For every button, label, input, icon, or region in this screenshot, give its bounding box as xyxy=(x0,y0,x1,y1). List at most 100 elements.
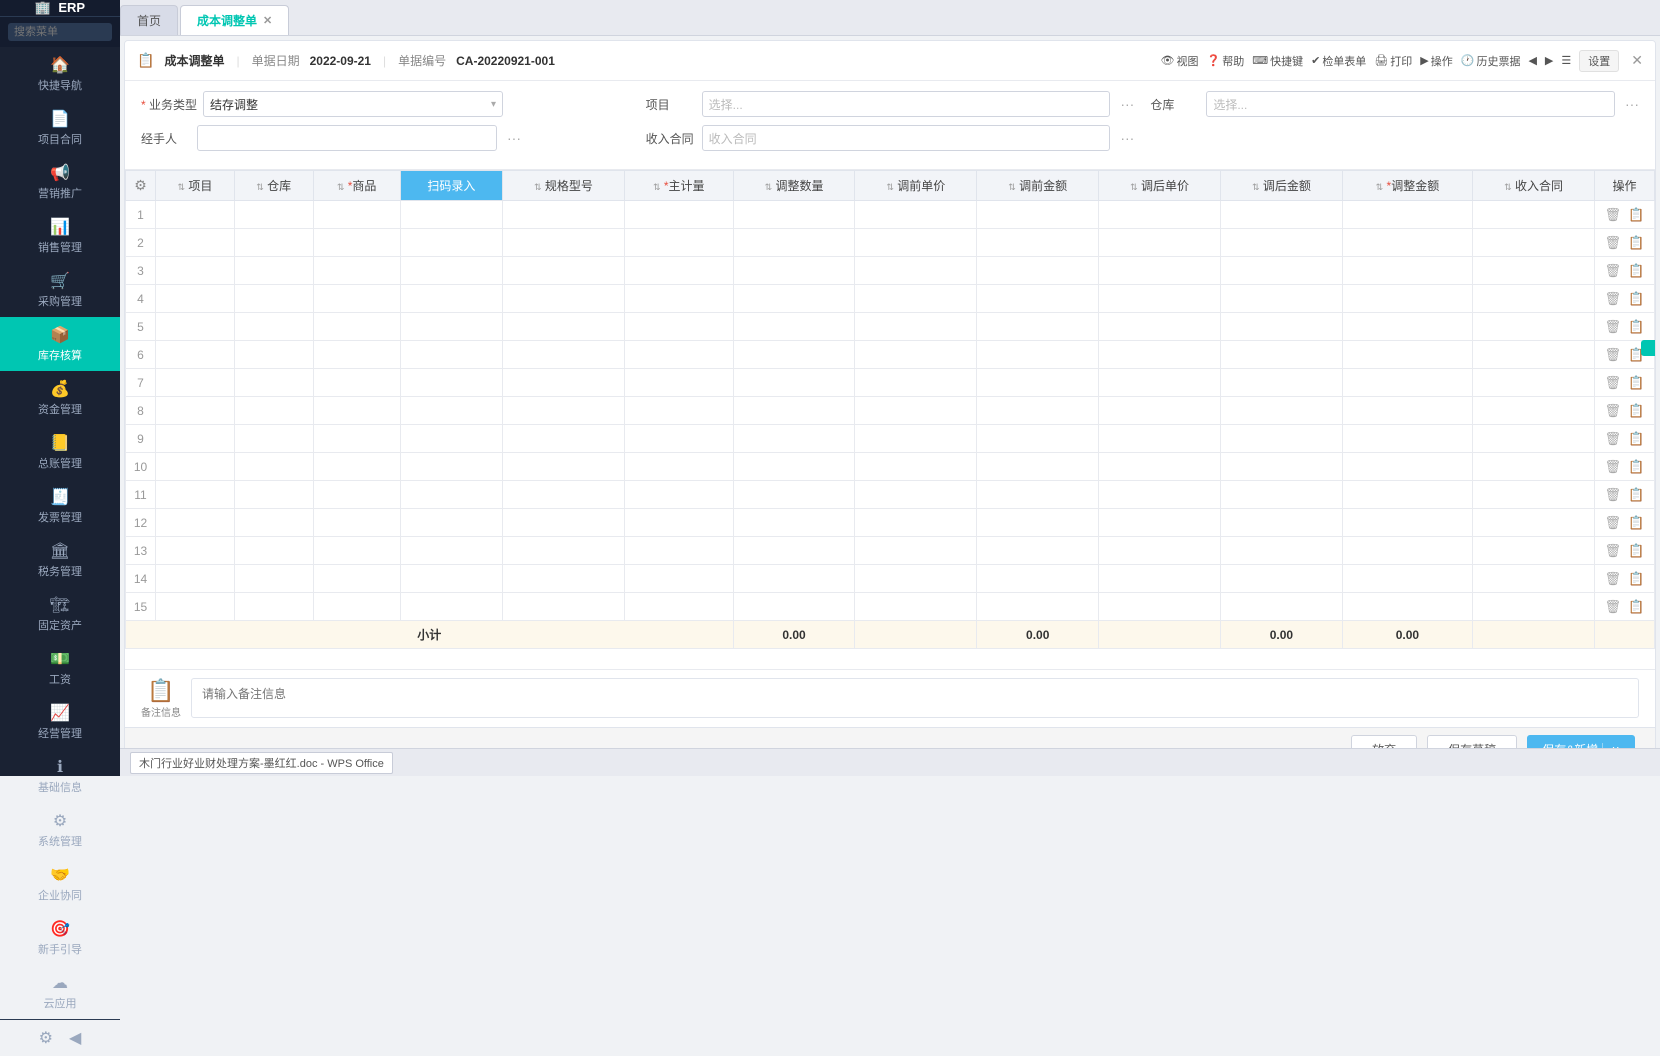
tab-close-icon[interactable]: ✕ xyxy=(263,14,272,27)
tab-home[interactable]: 首页 xyxy=(120,5,178,35)
taskbar-file[interactable]: 木门行业好业财处理方案-墨红红.doc - WPS Office xyxy=(130,752,393,773)
cell-warehouse-10[interactable] xyxy=(234,453,313,481)
cell-project-8[interactable] xyxy=(156,397,235,425)
cell-warehouse-11[interactable] xyxy=(234,481,313,509)
copy-row-btn[interactable]: 📋 xyxy=(1628,207,1644,222)
settings-btn[interactable]: 设置 xyxy=(1579,50,1619,72)
cell-before-price-10[interactable] xyxy=(855,453,977,481)
sidebar-item-basic-info[interactable]: ℹ基础信息 xyxy=(0,749,120,803)
sidebar-item-ops-mgmt[interactable]: 📈经营管理 xyxy=(0,695,120,749)
cell-after-amount-10[interactable] xyxy=(1220,453,1342,481)
cell-product-12[interactable] xyxy=(313,509,400,537)
cell-before-price-2[interactable] xyxy=(855,229,977,257)
sidebar-item-cloud-apps[interactable]: ☁云应用 xyxy=(0,965,120,1019)
cell-product-2[interactable] xyxy=(313,229,400,257)
cell-before-amount-5[interactable] xyxy=(977,313,1099,341)
sidebar-item-new-guide[interactable]: 🎯新手引导 xyxy=(0,911,120,965)
cell-adj-qty-5[interactable] xyxy=(733,313,855,341)
cell-spec-type-6[interactable] xyxy=(503,341,625,369)
cell-adj-qty-4[interactable] xyxy=(733,285,855,313)
cell-adj-qty-7[interactable] xyxy=(733,369,855,397)
cell-warehouse-2[interactable] xyxy=(234,229,313,257)
cell-adj-amount-12[interactable] xyxy=(1342,509,1472,537)
cell-adj-qty-10[interactable] xyxy=(733,453,855,481)
cell-adj-qty-11[interactable] xyxy=(733,481,855,509)
cell-before-amount-8[interactable] xyxy=(977,397,1099,425)
cell-spec-type-2[interactable] xyxy=(503,229,625,257)
cell-adj-amount-3[interactable] xyxy=(1342,257,1472,285)
cell-before-amount-1[interactable] xyxy=(977,201,1099,229)
cell-after-amount-4[interactable] xyxy=(1220,285,1342,313)
cell-adj-amount-8[interactable] xyxy=(1342,397,1472,425)
cell-before-amount-15[interactable] xyxy=(977,593,1099,621)
cell-income-contract-5[interactable] xyxy=(1473,313,1595,341)
tab-cost-adjust[interactable]: 成本调整单 ✕ xyxy=(180,5,289,35)
cell-before-price-4[interactable] xyxy=(855,285,977,313)
cell-before-price-9[interactable] xyxy=(855,425,977,453)
cell-after-price-3[interactable] xyxy=(1099,257,1221,285)
cell-product-9[interactable] xyxy=(313,425,400,453)
copy-row-btn[interactable]: 📋 xyxy=(1628,459,1644,474)
sidebar-item-sales-promotion[interactable]: 📢营销推广 xyxy=(0,155,120,209)
cell-before-amount-9[interactable] xyxy=(977,425,1099,453)
cell-scan-input-8[interactable] xyxy=(400,397,502,425)
cell-adj-amount-11[interactable] xyxy=(1342,481,1472,509)
cell-income-contract-3[interactable] xyxy=(1473,257,1595,285)
cell-warehouse-3[interactable] xyxy=(234,257,313,285)
cell-project-11[interactable] xyxy=(156,481,235,509)
cell-income-contract-12[interactable] xyxy=(1473,509,1595,537)
cell-spec-type-7[interactable] xyxy=(503,369,625,397)
delete-row-btn[interactable]: 🗑 xyxy=(1604,431,1621,446)
cell-product-14[interactable] xyxy=(313,565,400,593)
cell-spec-type-1[interactable] xyxy=(503,201,625,229)
operate-btn[interactable]: ▶ 操作 xyxy=(1420,53,1452,69)
income-contract-dots-btn[interactable]: ··· xyxy=(1120,130,1134,146)
cell-after-amount-13[interactable] xyxy=(1220,537,1342,565)
cell-before-amount-7[interactable] xyxy=(977,369,1099,397)
cell-income-contract-15[interactable] xyxy=(1473,593,1595,621)
cell-before-price-7[interactable] xyxy=(855,369,977,397)
copy-row-btn[interactable]: 📋 xyxy=(1628,319,1644,334)
cell-spec-type-10[interactable] xyxy=(503,453,625,481)
sidebar-item-project-contract[interactable]: 📄项目合同 xyxy=(0,101,120,155)
cell-after-price-10[interactable] xyxy=(1099,453,1221,481)
cell-product-6[interactable] xyxy=(313,341,400,369)
cell-after-amount-15[interactable] xyxy=(1220,593,1342,621)
cell-main-qty-13[interactable] xyxy=(624,537,733,565)
cell-warehouse-7[interactable] xyxy=(234,369,313,397)
cell-adj-amount-9[interactable] xyxy=(1342,425,1472,453)
cell-after-price-7[interactable] xyxy=(1099,369,1221,397)
print-btn[interactable]: 🖨 打印 xyxy=(1374,53,1412,69)
cell-product-10[interactable] xyxy=(313,453,400,481)
delete-row-btn[interactable]: 🗑 xyxy=(1604,347,1621,362)
cell-project-3[interactable] xyxy=(156,257,235,285)
copy-row-btn[interactable]: 📋 xyxy=(1628,291,1644,306)
cell-adj-qty-9[interactable] xyxy=(733,425,855,453)
cell-scan-input-3[interactable] xyxy=(400,257,502,285)
cell-adj-amount-1[interactable] xyxy=(1342,201,1472,229)
handler-dots-btn[interactable]: ··· xyxy=(507,130,521,146)
cell-adj-qty-8[interactable] xyxy=(733,397,855,425)
copy-row-btn[interactable]: 📋 xyxy=(1628,487,1644,502)
cell-spec-type-9[interactable] xyxy=(503,425,625,453)
cell-income-contract-10[interactable] xyxy=(1473,453,1595,481)
cell-scan-input-12[interactable] xyxy=(400,509,502,537)
cell-project-12[interactable] xyxy=(156,509,235,537)
cell-warehouse-13[interactable] xyxy=(234,537,313,565)
cell-main-qty-2[interactable] xyxy=(624,229,733,257)
cell-scan-input-9[interactable] xyxy=(400,425,502,453)
list-view-btn[interactable]: ☰ xyxy=(1561,54,1571,67)
delete-row-btn[interactable]: 🗑 xyxy=(1604,599,1621,614)
cell-after-amount-8[interactable] xyxy=(1220,397,1342,425)
cell-before-price-11[interactable] xyxy=(855,481,977,509)
cell-main-qty-11[interactable] xyxy=(624,481,733,509)
cell-project-13[interactable] xyxy=(156,537,235,565)
sidebar-item-fixed-assets[interactable]: 🏗固定资产 xyxy=(0,587,120,641)
sidebar-item-sys-mgmt[interactable]: ⚙系统管理 xyxy=(0,803,120,857)
cell-project-7[interactable] xyxy=(156,369,235,397)
cell-adj-amount-7[interactable] xyxy=(1342,369,1472,397)
nav-left-btn[interactable]: ◀ xyxy=(1528,54,1536,67)
cell-income-contract-6[interactable] xyxy=(1473,341,1595,369)
cell-warehouse-1[interactable] xyxy=(234,201,313,229)
cell-scan-input-14[interactable] xyxy=(400,565,502,593)
